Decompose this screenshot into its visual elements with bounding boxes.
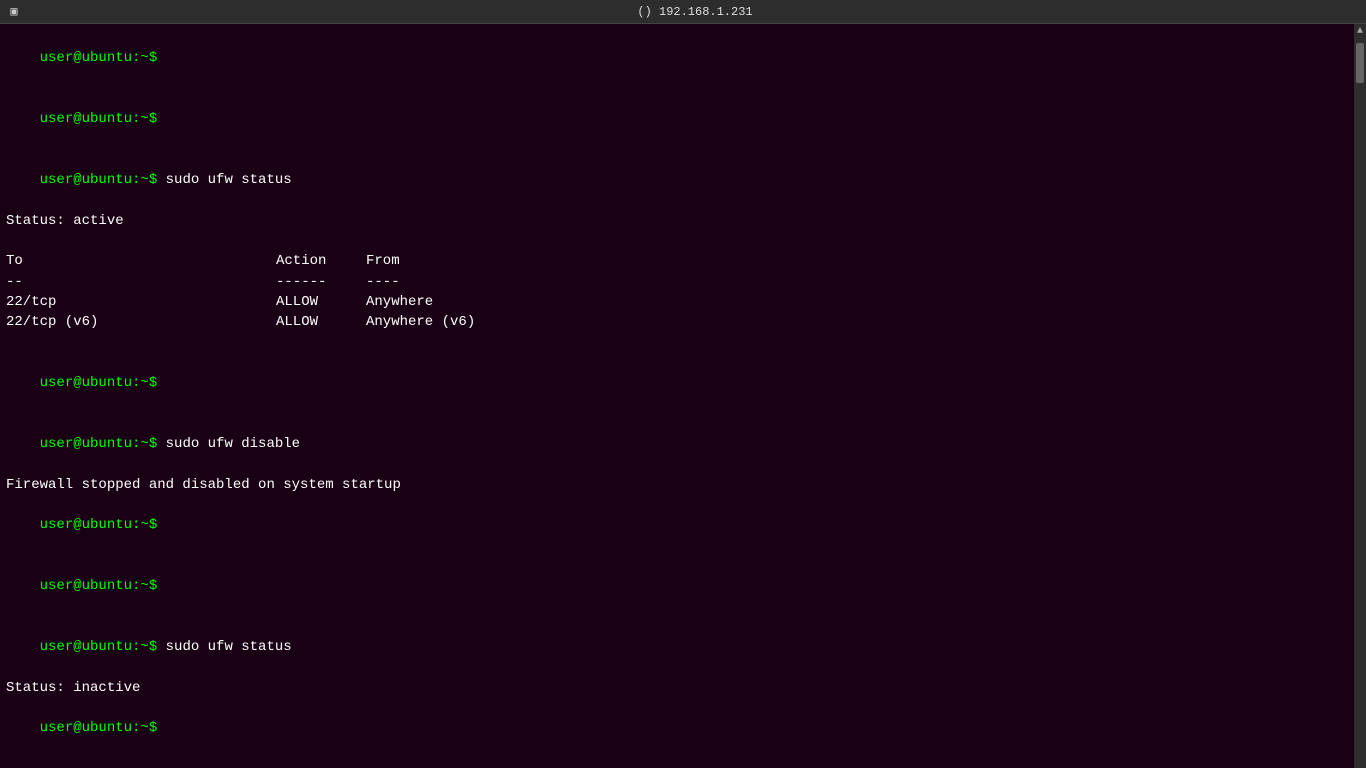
- prompt: user@ubuntu:~$: [40, 517, 158, 533]
- titlebar-title: () 192.168.1.231: [24, 5, 1366, 19]
- terminal-output: ToActionFrom: [6, 251, 1360, 271]
- terminal-line: user@ubuntu:~$ sudo ufw status: [6, 617, 1360, 678]
- scrollbar-thumb[interactable]: [1356, 43, 1364, 83]
- terminal-line: user@ubuntu:~$: [6, 28, 1360, 89]
- terminal-line: user@ubuntu:~$: [6, 556, 1360, 617]
- terminal-line: user@ubuntu:~$: [6, 759, 1360, 768]
- terminal-line: user@ubuntu:~$: [6, 353, 1360, 414]
- terminal-line: user@ubuntu:~$: [6, 495, 1360, 556]
- prompt: user@ubuntu:~$: [40, 436, 158, 452]
- terminal-line: [6, 332, 1360, 352]
- terminal-output: 22/tcp (v6)ALLOWAnywhere (v6): [6, 312, 1360, 332]
- terminal-output: 22/tcpALLOWAnywhere: [6, 292, 1360, 312]
- terminal-output: Status: active: [6, 211, 1360, 231]
- terminal-body[interactable]: user@ubuntu:~$ user@ubuntu:~$ user@ubunt…: [0, 24, 1366, 768]
- command: sudo ufw status: [157, 172, 291, 188]
- titlebar: ▣ () 192.168.1.231: [0, 0, 1366, 24]
- prompt: user@ubuntu:~$: [40, 639, 158, 655]
- terminal-line: user@ubuntu:~$ sudo ufw status: [6, 150, 1360, 211]
- command: sudo ufw disable: [157, 436, 300, 452]
- scrollbar-up-arrow[interactable]: ▲: [1355, 24, 1365, 39]
- terminal-output: Status: inactive: [6, 678, 1360, 698]
- terminal-line: user@ubuntu:~$: [6, 698, 1360, 759]
- prompt: user@ubuntu:~$: [40, 172, 158, 188]
- command: sudo ufw status: [157, 639, 291, 655]
- prompt: user@ubuntu:~$: [40, 111, 158, 127]
- terminal-line: user@ubuntu:~$: [6, 89, 1360, 150]
- terminal-line: [6, 231, 1360, 251]
- terminal-output: Firewall stopped and disabled on system …: [6, 475, 1360, 495]
- scrollbar[interactable]: ▲: [1354, 24, 1366, 768]
- prompt: user@ubuntu:~$: [40, 578, 158, 594]
- terminal-output: ------------: [6, 272, 1360, 292]
- prompt: user@ubuntu:~$: [40, 720, 158, 736]
- prompt: user@ubuntu:~$: [40, 50, 158, 66]
- terminal-line: user@ubuntu:~$ sudo ufw disable: [6, 414, 1360, 475]
- prompt: user@ubuntu:~$: [40, 375, 158, 391]
- terminal-icon: ▣: [4, 2, 24, 22]
